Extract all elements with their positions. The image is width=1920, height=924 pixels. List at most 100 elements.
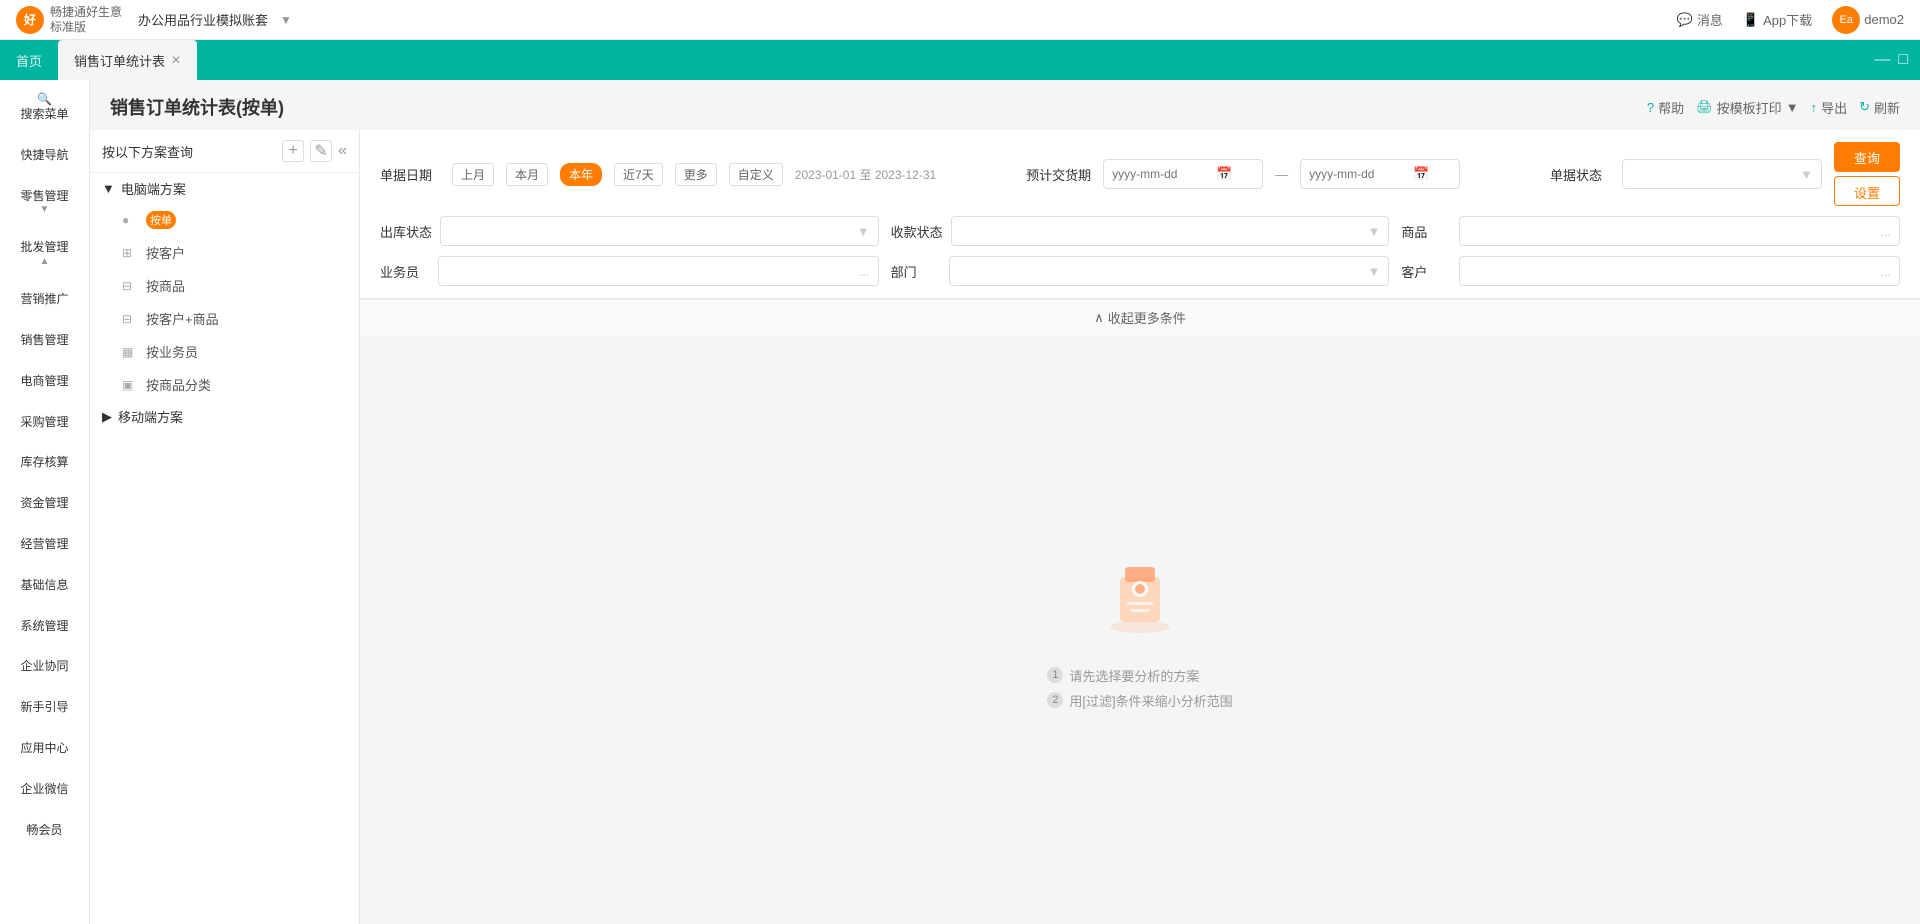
payment-status-field: 收款状态 ▼ xyxy=(891,216,1390,246)
scheme-item-by-customer-goods-icon: ⊟ xyxy=(122,312,138,326)
tab-maximize-button[interactable]: □ xyxy=(1898,51,1908,69)
sidebar-newguide[interactable]: 新手引导 xyxy=(0,687,89,728)
top-filter-area: 单据日期 上月 本月 本年 近7天 更多 自定义 2023-01-01 至 20… xyxy=(360,130,1920,299)
sidebar-operations-label: 经营管理 xyxy=(20,536,68,553)
sidebar-marketing[interactable]: 营销推广 xyxy=(0,279,89,320)
expected-date-end-input[interactable] xyxy=(1309,167,1409,181)
date-label: 单据日期 xyxy=(380,165,440,184)
scheme-category-pc[interactable]: ▼ 电脑端方案 xyxy=(90,173,359,204)
sidebar-sales-label: 销售管理 xyxy=(20,332,68,349)
collapse-bar[interactable]: ∧ 收起更多条件 xyxy=(360,299,1920,335)
search-icon: 🔍 xyxy=(37,92,52,106)
scheme-item-by-customer-goods[interactable]: ⊟ 按客户+商品 xyxy=(90,302,359,335)
refresh-button[interactable]: ↻ 刷新 xyxy=(1859,98,1900,117)
sidebar-wechat[interactable]: 企业微信 xyxy=(0,769,89,810)
date-btn-7days[interactable]: 近7天 xyxy=(614,163,663,186)
app-download-button[interactable]: 📱 App下载 xyxy=(1743,10,1812,29)
expected-date-start-input[interactable] xyxy=(1112,167,1212,181)
sidebar-quicknav[interactable]: 快捷导航 xyxy=(0,135,89,176)
scheme-category-mobile[interactable]: ▶ 移动端方案 xyxy=(90,401,359,432)
sidebar-sales[interactable]: 销售管理 xyxy=(0,320,89,361)
payment-status-select[interactable]: ▼ xyxy=(951,216,1390,246)
sidebar-appcenter[interactable]: 应用中心 xyxy=(0,728,89,769)
print-dropdown-icon[interactable]: ▼ xyxy=(1786,100,1799,115)
tab-sales-order[interactable]: 销售订单统计表 ✕ xyxy=(58,40,197,80)
logo-area: 好 畅捷通好生意 标准版 xyxy=(16,5,122,34)
setting-button[interactable]: 设置 xyxy=(1834,176,1900,206)
sidebar-enterprise[interactable]: 企业协同 xyxy=(0,646,89,687)
scheme-collapse-button[interactable]: « xyxy=(338,142,347,160)
scheme-item-by-salesman-icon: ▦ xyxy=(122,345,138,359)
salesman-input[interactable]: ... xyxy=(438,256,879,286)
out-status-field: 出库状态 ▼ xyxy=(380,216,879,246)
page-title: 销售订单统计表(按单) xyxy=(110,94,284,120)
tab-home-label: 首页 xyxy=(16,51,42,70)
tab-bar-actions: — □ xyxy=(1874,51,1920,69)
tab-home[interactable]: 首页 xyxy=(0,40,58,80)
out-status-select[interactable]: ▼ xyxy=(440,216,879,246)
help-button[interactable]: ? 帮助 xyxy=(1647,98,1684,117)
sidebar-wholesale-label: 批发管理 xyxy=(20,239,68,256)
customer-more-icon[interactable]: ... xyxy=(1880,264,1891,279)
sidebar-ecommerce[interactable]: 电商管理 xyxy=(0,361,89,402)
customer-field: 客户 ... xyxy=(1401,256,1900,286)
scheme-edit-button[interactable]: ✎ xyxy=(310,140,332,162)
scheme-item-by-customer[interactable]: ⊞ 按客户 xyxy=(90,236,359,269)
sidebar-purchase[interactable]: 采购管理 xyxy=(0,402,89,443)
tab-close-icon[interactable]: ✕ xyxy=(171,53,181,67)
top-bar-arrow[interactable]: ▼ xyxy=(280,13,292,27)
sidebar-wholesale[interactable]: 批发管理 ▲ xyxy=(0,227,89,279)
sidebar-member[interactable]: 畅会员 xyxy=(0,810,89,851)
scheme-item-by-category[interactable]: ▣ 按商品分类 xyxy=(90,368,359,401)
tab-sales-order-label: 销售订单统计表 xyxy=(74,51,165,70)
scheme-item-by-salesman[interactable]: ▦ 按业务员 xyxy=(90,335,359,368)
query-button[interactable]: 查询 xyxy=(1834,142,1900,172)
salesman-more-icon[interactable]: ... xyxy=(859,264,870,279)
expected-date-start[interactable]: 📅 xyxy=(1103,159,1263,189)
scheme-panel-header: 按以下方案查询 + ✎ « xyxy=(90,130,359,173)
scheme-item-by-order[interactable]: ● 按单 xyxy=(90,204,359,236)
scheme-item-by-salesman-label: 按业务员 xyxy=(146,342,198,361)
sidebar-retail[interactable]: 零售管理 ▼ xyxy=(0,176,89,228)
goods-more-icon[interactable]: ... xyxy=(1880,224,1891,239)
status-select[interactable]: ▼ xyxy=(1622,159,1822,189)
date-btn-custom[interactable]: 自定义 xyxy=(729,163,783,186)
sidebar-operations[interactable]: 经营管理 xyxy=(0,524,89,565)
customer-input[interactable]: ... xyxy=(1459,256,1900,286)
scheme-category-mobile-label: 移动端方案 xyxy=(118,407,183,426)
goods-input[interactable]: ... xyxy=(1459,216,1900,246)
dept-select[interactable]: ▼ xyxy=(949,256,1390,286)
help-icon: ? xyxy=(1647,100,1654,115)
message-button[interactable]: 💬 消息 xyxy=(1677,10,1723,29)
scheme-item-by-goods[interactable]: ⊟ 按商品 xyxy=(90,269,359,302)
sidebar-inventory[interactable]: 库存核算 xyxy=(0,442,89,483)
date-btn-this-month[interactable]: 本月 xyxy=(506,163,548,186)
scheme-panel-icons: + ✎ « xyxy=(282,140,347,162)
page-actions: ? 帮助 🖨 按模板打印 ▼ ↑ 导出 ↻ 刷新 xyxy=(1647,98,1900,117)
goods-label: 商品 xyxy=(1401,222,1451,241)
expected-date-end[interactable]: 📅 xyxy=(1300,159,1460,189)
goods-field: 商品 ... xyxy=(1401,216,1900,246)
sidebar-ecommerce-label: 电商管理 xyxy=(20,373,68,390)
sidebar-finance[interactable]: 资金管理 xyxy=(0,483,89,524)
scheme-add-button[interactable]: + xyxy=(282,140,304,162)
scheme-category-pc-arrow: ▼ xyxy=(102,181,115,196)
date-btn-more[interactable]: 更多 xyxy=(675,163,717,186)
sidebar-search[interactable]: 🔍 搜索菜单 xyxy=(0,80,89,135)
sidebar-appcenter-label: 应用中心 xyxy=(20,740,68,757)
app-download-icon: 📱 xyxy=(1743,12,1759,28)
sidebar-member-label: 畅会员 xyxy=(26,822,62,839)
date-btn-last-month[interactable]: 上月 xyxy=(452,163,494,186)
tab-minimize-button[interactable]: — xyxy=(1874,51,1890,69)
date-btn-this-year[interactable]: 本年 xyxy=(560,163,602,186)
scheme-category-mobile-arrow: ▶ xyxy=(102,409,112,425)
user-area[interactable]: Ea demo2 xyxy=(1832,6,1904,34)
sidebar-newguide-label: 新手引导 xyxy=(20,699,68,716)
top-bar-right: 💬 消息 📱 App下载 Ea demo2 xyxy=(1677,6,1904,34)
sidebar-basic[interactable]: 基础信息 xyxy=(0,565,89,606)
scheme-item-by-goods-label: 按商品 xyxy=(146,276,185,295)
sidebar-system[interactable]: 系统管理 xyxy=(0,606,89,647)
print-button[interactable]: 🖨 按模板打印 ▼ xyxy=(1696,98,1798,117)
export-button[interactable]: ↑ 导出 xyxy=(1811,98,1848,117)
empty-tip-1: 1 请先选择要分析的方案 xyxy=(1047,663,1232,688)
